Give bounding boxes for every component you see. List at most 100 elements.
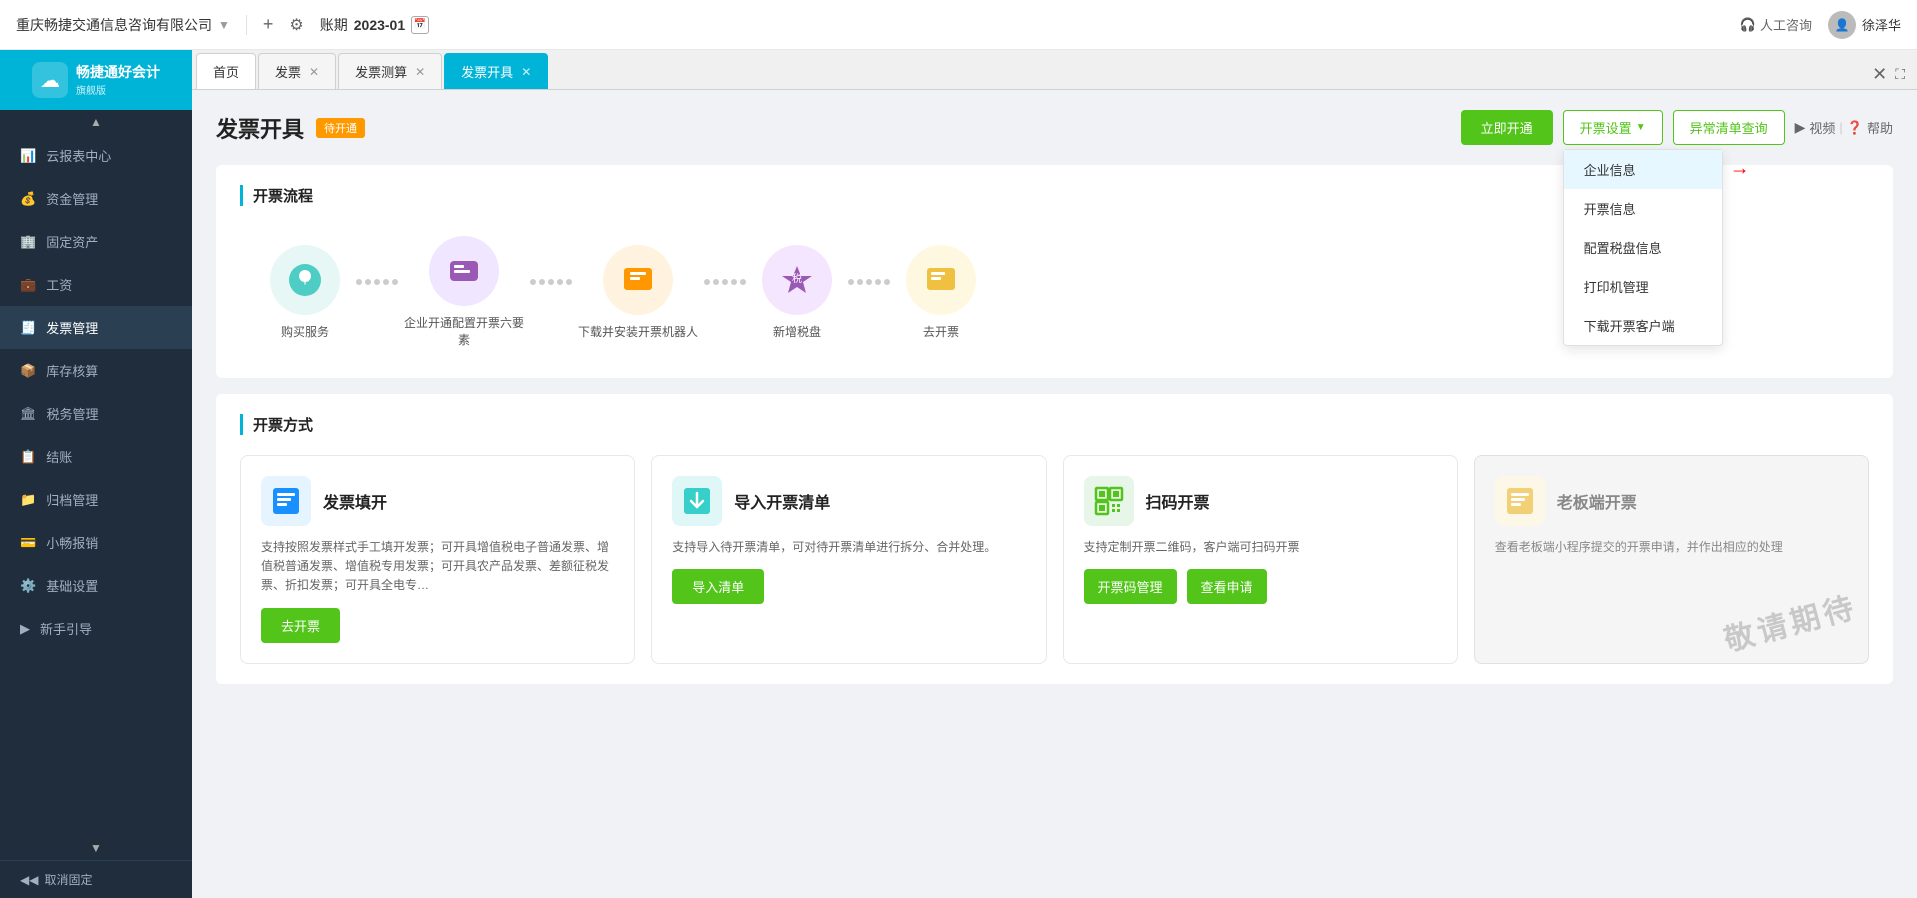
tab-fapiao[interactable]: 发票 ✕: [258, 53, 336, 89]
abnormal-button[interactable]: 异常清单查询: [1673, 110, 1785, 145]
sidebar-scroll-down[interactable]: ▼: [0, 836, 192, 860]
sidebar-item-guidang[interactable]: 📁 归档管理: [0, 478, 192, 521]
period-value: 2023-01: [354, 17, 405, 33]
settings-button[interactable]: 开票设置 ▼: [1563, 110, 1663, 145]
step4-icon: 税: [762, 245, 832, 315]
scan-invoice-title: 扫码开票: [1146, 489, 1210, 513]
flow-step-3: 下载并安装开票机器人: [578, 245, 698, 340]
logo-icon: ☁: [32, 62, 68, 98]
activate-button[interactable]: 立即开通: [1461, 110, 1553, 145]
sidebar-item-xinshou[interactable]: ▶ 新手引导: [0, 607, 192, 650]
tab-fapiao-cesuan[interactable]: 发票测算 ✕: [338, 53, 442, 89]
shuiwu-icon: 🏛: [20, 406, 37, 422]
sidebar-item-kucun[interactable]: 📦 库存核算: [0, 349, 192, 392]
import-invoice-button[interactable]: 导入清单: [672, 569, 764, 604]
fapiao-tab-close[interactable]: ✕: [309, 65, 319, 79]
step2-icon: [429, 236, 499, 306]
sidebar-item-gongzi[interactable]: 💼 工资: [0, 263, 192, 306]
sidebar-item-xiaochang[interactable]: 💳 小畅报销: [0, 521, 192, 564]
step5-icon: [906, 245, 976, 315]
fill-invoice-button[interactable]: 去开票: [261, 608, 340, 643]
method-card-boss: 老板端开票 查看老板端小程序提交的开票申请，并作出相应的处理 敬请期待: [1474, 455, 1869, 664]
help-label[interactable]: 帮助: [1867, 118, 1893, 137]
user-name: 徐泽华: [1862, 15, 1901, 34]
flow-step-4: 税 新增税盘: [752, 245, 842, 340]
company-selector[interactable]: 重庆畅捷交通信息咨询有限公司 ▼: [16, 15, 230, 35]
sidebar-item-gudingzichan[interactable]: 🏢 固定资产: [0, 220, 192, 263]
kucun-icon: 📦: [20, 363, 36, 379]
settings-icon[interactable]: ⚙: [289, 15, 303, 35]
cesuan-tab-close[interactable]: ✕: [415, 65, 425, 79]
close-window-button[interactable]: ✕: [1872, 64, 1887, 85]
user-button[interactable]: 👤 徐泽华: [1828, 11, 1901, 39]
expand-window-button[interactable]: ⛶: [1895, 66, 1905, 83]
methods-section: 开票方式 发票填开 支持按照发票样式手工填开发票；可开具增值税电子普通发票、增值…: [216, 394, 1893, 684]
sidebar-logo[interactable]: ☁ 畅捷通好会计 旗舰版: [0, 50, 192, 110]
sidebar-item-jiezhang[interactable]: 📋 结账: [0, 435, 192, 478]
dropdown-item-dayinjiguanli[interactable]: 打印机管理: [1564, 267, 1722, 306]
import-invoice-title: 导入开票清单: [734, 489, 830, 513]
flow-step-1: + 购买服务: [260, 245, 350, 340]
step2-label: 企业开通配置开票六要素: [404, 314, 524, 348]
flow-connector-2: [530, 279, 572, 285]
sidebar-item-fapiao[interactable]: 🧾 发票管理: [0, 306, 192, 349]
xiaochang-icon: 💳: [20, 535, 36, 551]
settings-button-label: 开票设置: [1580, 118, 1632, 137]
methods-title: 开票方式: [240, 414, 1869, 435]
scan-invoice-view-button[interactable]: 查看申请: [1187, 569, 1267, 604]
step4-label: 新增税盘: [773, 323, 821, 340]
divider-bar: |: [1839, 120, 1842, 135]
guidang-icon: 📁: [20, 492, 36, 508]
import-invoice-icon: [672, 476, 722, 526]
flow-step-5: 去开票: [896, 245, 986, 340]
fapiao-icon: 🧾: [20, 320, 36, 336]
kaiju-tab-close[interactable]: ✕: [521, 65, 531, 79]
step3-label: 下载并安装开票机器人: [578, 323, 698, 340]
flow-connector-4: [848, 279, 890, 285]
video-label[interactable]: 视频: [1809, 118, 1835, 137]
add-tab-button[interactable]: +: [263, 14, 274, 35]
svg-text:税: 税: [792, 272, 802, 285]
settings-dropdown: 企业信息 → 开票信息 配置税盘信息 打印机管理: [1563, 149, 1723, 346]
step1-icon: +: [270, 245, 340, 315]
calendar-icon[interactable]: 📅: [411, 16, 429, 34]
import-invoice-desc: 支持导入待开票清单，可对待开票清单进行拆分、合并处理。: [672, 538, 1025, 557]
page-header: 发票开具 待开通 立即开通 开票设置 ▼ 企业信息: [216, 110, 1893, 145]
dropdown-item-xiazaikehu[interactable]: 下载开票客户端: [1564, 306, 1722, 345]
headphone-icon: 🎧: [1740, 17, 1756, 33]
gongzi-icon: 💼: [20, 277, 36, 293]
avatar: 👤: [1828, 11, 1856, 39]
fill-invoice-title: 发票填开: [323, 489, 387, 513]
scroll-up-icon[interactable]: ▲: [90, 115, 102, 129]
kaiju-tab-label: 发票开具: [461, 62, 513, 81]
period-display: 账期 2023-01 📅: [320, 15, 429, 35]
jichushezhi-icon: ⚙️: [20, 578, 36, 594]
sidebar-item-zijin[interactable]: 💰 资金管理: [0, 177, 192, 220]
page-content: 发票开具 待开通 立即开通 开票设置 ▼ 企业信息: [192, 90, 1917, 898]
gudingzichan-icon: 🏢: [20, 234, 36, 250]
service-label: 人工咨询: [1760, 15, 1812, 34]
dropdown-item-peizhishuipan[interactable]: 配置税盘信息: [1564, 228, 1722, 267]
dropdown-item-kaipiao[interactable]: 开票信息: [1564, 189, 1722, 228]
flow-step-2: 企业开通配置开票六要素: [404, 236, 524, 348]
chevron-down-icon: ▼: [218, 18, 230, 32]
fapiao-tab-label: 发票: [275, 62, 301, 81]
sidebar-item-shuiwu[interactable]: 🏛 税务管理: [0, 392, 192, 435]
page-title: 发票开具: [216, 112, 304, 144]
sidebar-cancel-fixed[interactable]: ◀◀ 取消固定: [0, 860, 192, 898]
boss-invoice-title: 老板端开票: [1557, 489, 1637, 513]
tab-fapiao-kaiju[interactable]: 发票开具 ✕: [444, 53, 548, 89]
sidebar-item-jichushezhi[interactable]: ⚙️ 基础设置: [0, 564, 192, 607]
sidebar-item-yunbiao[interactable]: 📊 云报表中心: [0, 134, 192, 177]
dropdown-item-qiye[interactable]: 企业信息 →: [1564, 150, 1722, 189]
home-tab-label: 首页: [213, 62, 239, 81]
topbar-divider: [246, 15, 247, 35]
xinshou-icon: ▶: [20, 621, 30, 637]
service-button[interactable]: 🎧 人工咨询: [1740, 15, 1812, 34]
tabbar: 首页 发票 ✕ 发票测算 ✕ 发票开具 ✕ ✕ ⛶: [192, 50, 1917, 90]
scan-invoice-manage-button[interactable]: 开票码管理: [1084, 569, 1177, 604]
step1-label: 购买服务: [281, 323, 329, 340]
tab-home[interactable]: 首页: [196, 53, 256, 89]
step3-icon: [603, 245, 673, 315]
logo-text: 畅捷通好会计: [76, 63, 160, 81]
